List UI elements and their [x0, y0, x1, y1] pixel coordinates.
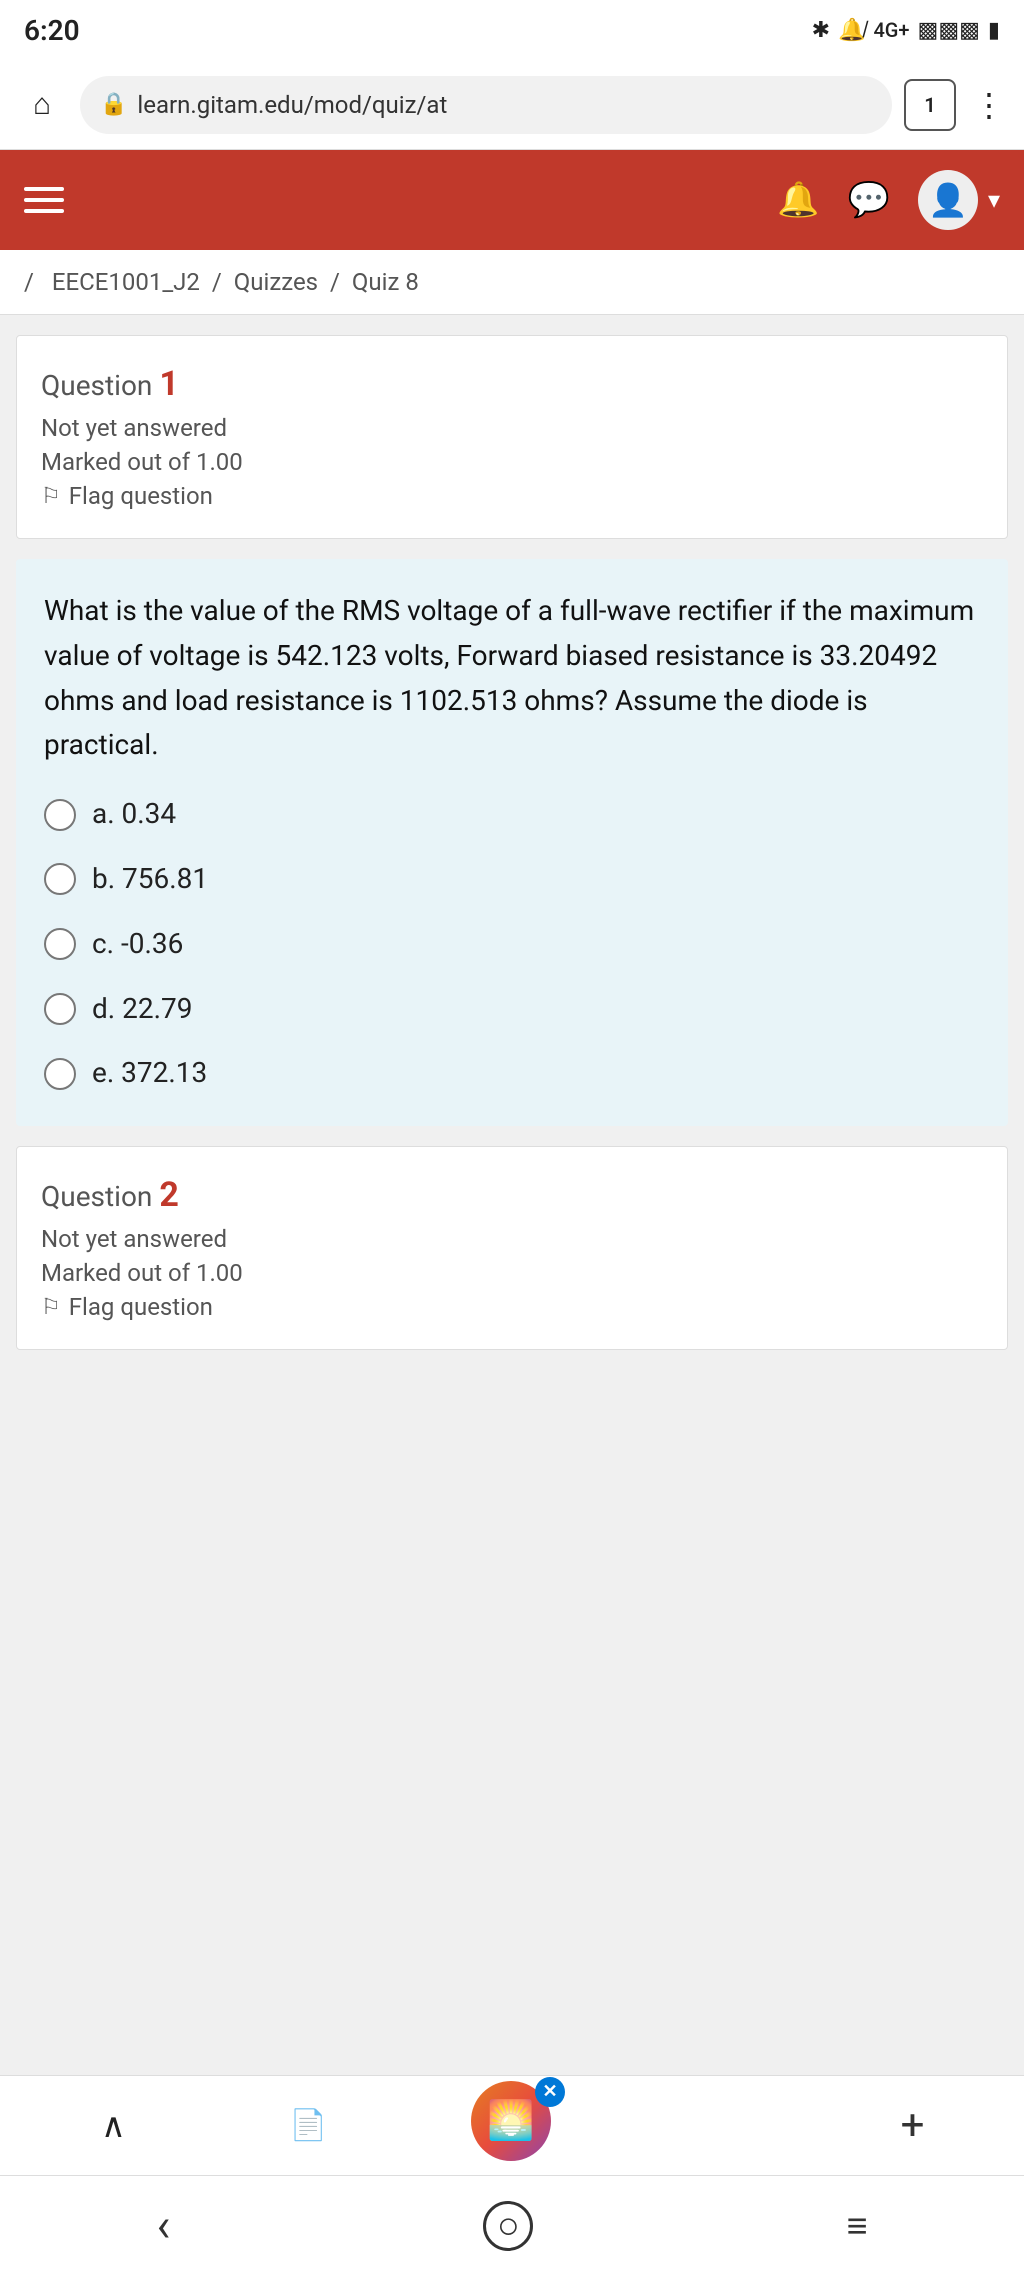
browser-home-button[interactable]: ⌂ [16, 79, 68, 131]
app-header: 🔔 💬 👤 ▾ [0, 150, 1024, 250]
more-icon: ⋮ [973, 86, 1003, 124]
breadcrumb-item-2[interactable]: Quizzes [234, 268, 318, 296]
radio-b[interactable] [44, 863, 76, 895]
question-2-header: Question 2 [41, 1175, 983, 1215]
app-launcher-button[interactable]: 🌅 ✕ [471, 2081, 561, 2171]
radio-c[interactable] [44, 928, 76, 960]
hamburger-menu-button[interactable] [24, 187, 64, 213]
status-icons: ✱ 🔔̸ 4G+ ▩▩▩ ▮ [812, 17, 1000, 43]
tab-count: 1 [924, 93, 935, 117]
up-arrow-icon: ∧ [101, 2106, 126, 2146]
status-time: 6:20 [24, 14, 80, 47]
bell-mute-icon: 🔔̸ [838, 17, 865, 43]
question-1-text: What is the value of the RMS voltage of … [44, 589, 980, 768]
radio-e[interactable] [44, 1058, 76, 1090]
home-nav-button[interactable]: ○ [483, 2201, 533, 2251]
radio-d[interactable] [44, 993, 76, 1025]
recent-apps-icon: ≡ [846, 2205, 867, 2247]
breadcrumb-item-3[interactable]: Quiz 8 [352, 268, 419, 296]
question-1-body: What is the value of the RMS voltage of … [16, 559, 1008, 1126]
bottom-browser-bar: ∧ 📄 🌅 ✕ + [0, 2075, 1024, 2175]
back-button[interactable]: ‹ [157, 2199, 171, 2253]
browser-url-bar[interactable]: 🔒 learn.gitam.edu/mod/quiz/at [80, 76, 892, 134]
option-e-label: e. 372.13 [92, 1051, 207, 1096]
bookmark-icon: 📄 [290, 2108, 327, 2143]
close-icon: ✕ [542, 2081, 557, 2102]
scroll-up-button[interactable]: ∧ [81, 2094, 145, 2158]
flag-icon-2: ⚐ [41, 1295, 61, 1320]
question-1-marked-out: Marked out of 1.00 [41, 448, 983, 476]
signal-icon: 4G+ [873, 18, 909, 42]
flag-question-2-label: Flag question [69, 1293, 213, 1321]
flag-icon-1: ⚐ [41, 484, 61, 509]
home-nav-icon: ○ [483, 2201, 533, 2251]
lock-icon: 🔒 [100, 92, 127, 117]
app-emoji-icon: 🌅 [487, 2099, 534, 2143]
add-icon: + [901, 2101, 925, 2150]
browser-tab-button[interactable]: 1 [904, 79, 956, 131]
question-2-status: Not yet answered [41, 1225, 983, 1253]
message-icon[interactable]: 💬 [848, 180, 890, 220]
avatar-icon: 👤 [928, 181, 968, 219]
header-right-icons: 🔔 💬 👤 ▾ [777, 170, 1000, 230]
user-avatar-button[interactable]: 👤 [918, 170, 978, 230]
question-1-status: Not yet answered [41, 414, 983, 442]
home-icon: ⌂ [33, 87, 51, 122]
close-badge[interactable]: ✕ [535, 2077, 565, 2107]
option-b[interactable]: b. 756.81 [44, 857, 980, 902]
status-bar: 6:20 ✱ 🔔̸ 4G+ ▩▩▩ ▮ [0, 0, 1024, 60]
bluetooth-icon: ✱ [812, 18, 830, 43]
flag-question-2-button[interactable]: ⚐ Flag question [41, 1293, 983, 1321]
bookmark-button[interactable]: 📄 [276, 2094, 340, 2158]
option-e[interactable]: e. 372.13 [44, 1051, 980, 1096]
question-1-label: Question [41, 369, 152, 402]
recent-apps-button[interactable]: ≡ [846, 2205, 867, 2247]
option-d-label: d. 22.79 [92, 987, 192, 1032]
question-1-card: Question 1 Not yet answered Marked out o… [16, 335, 1008, 539]
breadcrumb-item-1[interactable]: EECE1001_J2 [52, 268, 200, 296]
battery-icon: ▮ [988, 18, 1000, 43]
question-2-number: 2 [159, 1175, 179, 1215]
wifi-icon: ▩▩▩ [918, 18, 980, 43]
option-c-label: c. -0.36 [92, 922, 183, 967]
radio-a[interactable] [44, 799, 76, 831]
breadcrumb-sep-0: / [24, 268, 34, 296]
flag-question-1-label: Flag question [69, 482, 213, 510]
option-a-label: a. 0.34 [92, 792, 176, 837]
browser-more-button[interactable]: ⋮ [968, 79, 1008, 131]
option-a[interactable]: a. 0.34 [44, 792, 980, 837]
breadcrumb: / EECE1001_J2 / Quizzes / Quiz 8 [0, 250, 1024, 315]
option-d[interactable]: d. 22.79 [44, 987, 980, 1032]
avatar-chevron-icon: ▾ [988, 186, 1000, 214]
add-tab-button[interactable]: + [883, 2096, 943, 2156]
question-2-label: Question [41, 1180, 152, 1213]
option-b-label: b. 756.81 [92, 857, 208, 902]
question-2-card: Question 2 Not yet answered Marked out o… [16, 1146, 1008, 1350]
notification-icon[interactable]: 🔔 [777, 180, 819, 220]
back-icon: ‹ [157, 2199, 171, 2253]
question-2-marked-out: Marked out of 1.00 [41, 1259, 983, 1287]
url-text: learn.gitam.edu/mod/quiz/at [137, 91, 447, 119]
question-1-header: Question 1 [41, 364, 983, 404]
browser-bar: ⌂ 🔒 learn.gitam.edu/mod/quiz/at 1 ⋮ [0, 60, 1024, 150]
main-content: Question 1 Not yet answered Marked out o… [0, 315, 1024, 1390]
option-c[interactable]: c. -0.36 [44, 922, 980, 967]
question-1-options: a. 0.34 b. 756.81 c. -0.36 d. 22.79 e. 3… [44, 792, 980, 1096]
system-nav-bar: ‹ ○ ≡ [0, 2175, 1024, 2275]
flag-question-1-button[interactable]: ⚐ Flag question [41, 482, 983, 510]
question-1-number: 1 [159, 364, 179, 404]
